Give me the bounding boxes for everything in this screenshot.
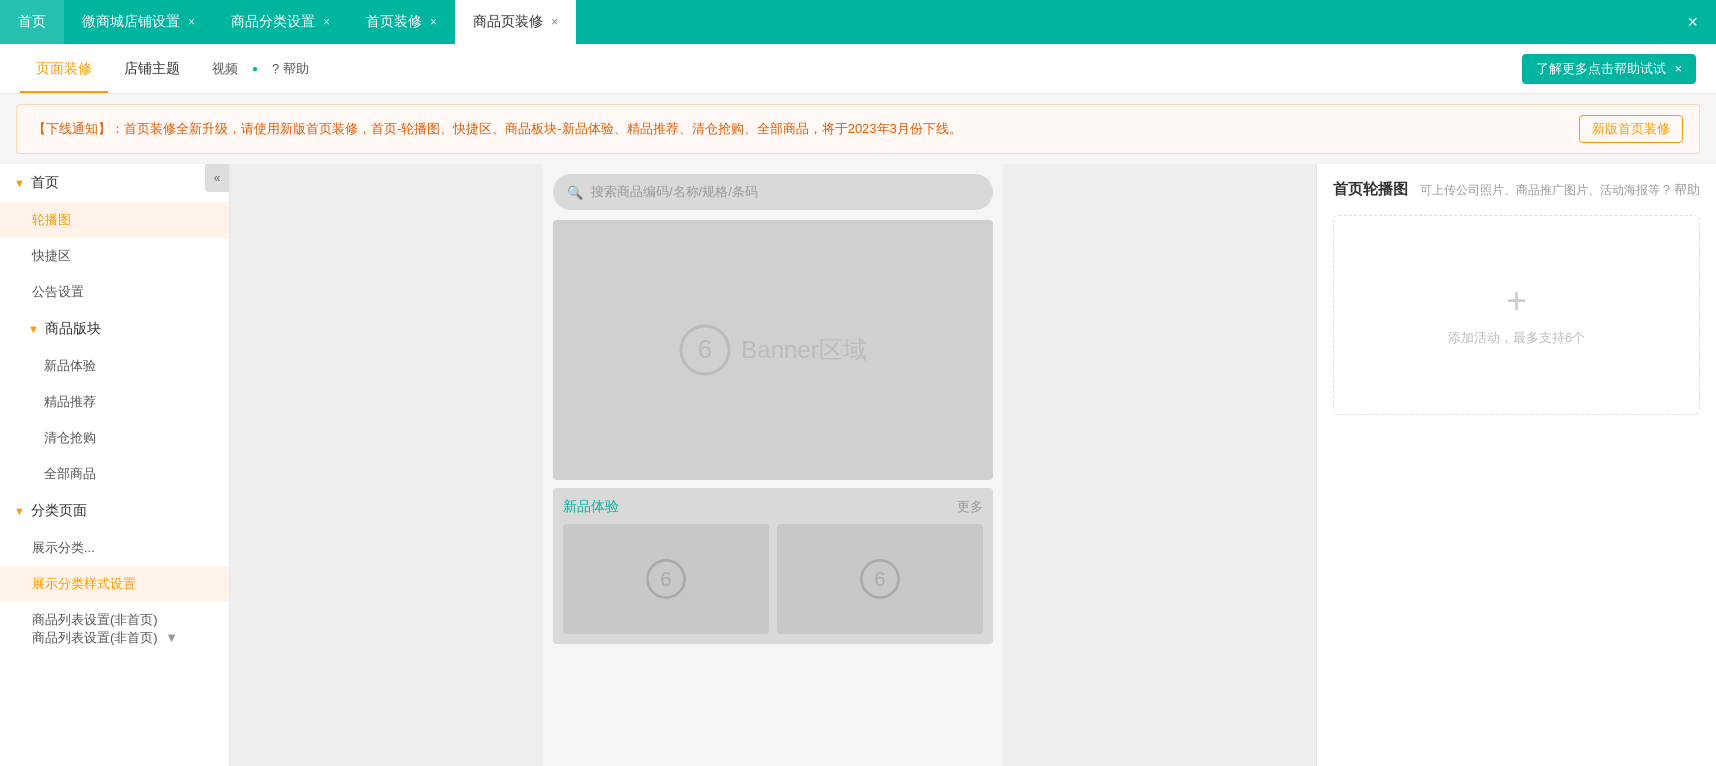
sidebar-item-all-goods-label: 全部商品 [44,466,96,481]
main-layout: « ▼ 首页 轮播图 快捷区 公告设置 ▼ 商品版块 新品体验 精品推荐 清仓抢… [0,164,1716,766]
sidebar-section-home-label: 首页 [31,174,59,192]
sidebar-item-category-style-label: 展示分类样式设置 [32,576,136,591]
nav-product-decor-close[interactable]: × [551,15,558,29]
sidebar-item-notice-label: 公告设置 [32,284,84,299]
sidebar-item-show-category[interactable]: 展示分类... [0,530,229,566]
right-panel-title: 首页轮播图 [1333,180,1408,197]
sidebar-item-goods-list-label: 商品列表设置(非首页) [32,611,215,629]
sidebar-section-home[interactable]: ▼ 首页 [0,164,229,202]
help-banner: 了解更多点击帮助试试 × [1522,54,1696,84]
nav-home-label: 首页 [18,13,46,31]
sidebar-item-clearance[interactable]: 清仓抢购 [0,420,229,456]
center-preview: 🔍 搜索商品编码/名称/规格/条码 6 Banner区域 新品体验 更多 [230,164,1316,766]
tab-store-theme-label: 店铺主题 [124,60,180,78]
help-banner-close[interactable]: × [1674,61,1682,76]
nav-home[interactable]: 首页 [0,0,64,44]
sub-tab-bar: 页面装修 店铺主题 了解更多点击帮助试试 × 视频 ● ? 帮助 [0,44,1716,94]
arrow-down-icon: ▼ [14,177,25,189]
sidebar-item-new-exp-label: 新品体验 [44,358,96,373]
svg-text:6: 6 [660,568,671,590]
right-panel-header: 首页轮播图 可上传公司照片、商品推广图片、活动海报等 ? 帮助 [1333,180,1700,199]
sidebar-section-category[interactable]: ▼ 分类页面 [0,492,229,530]
sidebar: « ▼ 首页 轮播图 快捷区 公告设置 ▼ 商品版块 新品体验 精品推荐 清仓抢… [0,164,230,766]
preview-search-bar: 🔍 搜索商品编码/名称/规格/条码 [553,174,993,210]
tab-page-decor[interactable]: 页面装修 [20,44,108,93]
preview-section-header: 新品体验 更多 [563,498,983,516]
preview-goods-item-1: 6 [563,524,769,634]
sidebar-item-goods-list-settings[interactable]: 商品列表设置(非首页) 商品列表设置(非首页) ▼ [0,602,229,656]
help-link[interactable]: ? 帮助 [272,60,309,78]
question-icon: ? [1663,182,1670,197]
sidebar-subsection-goods-label: 商品版块 [45,320,101,338]
goods-icon-2: 6 [858,557,902,601]
sidebar-item-clearance-label: 清仓抢购 [44,430,96,445]
sidebar-subsection-goods[interactable]: ▼ 商品版块 [0,310,229,348]
sidebar-item-featured-label: 精品推荐 [44,394,96,409]
help-banner-text: 了解更多点击帮助试试 [1536,60,1666,78]
nav-category-settings-close[interactable]: × [323,15,330,29]
right-panel: 首页轮播图 可上传公司照片、商品推广图片、活动海报等 ? 帮助 + 添加活动，最… [1316,164,1716,766]
sidebar-item-new-exp[interactable]: 新品体验 [0,348,229,384]
help-right-tools: 视频 ● ? 帮助 [212,60,309,78]
nav-product-decor[interactable]: 商品页装修 × [455,0,576,44]
dot-indicator: ● [252,63,258,74]
nav-store-settings-close[interactable]: × [188,15,195,29]
sidebar-item-featured[interactable]: 精品推荐 [0,384,229,420]
add-activity-box[interactable]: + 添加活动，最多支持6个 [1333,215,1700,415]
help-label: 帮助 [1674,181,1700,199]
goods-icon-1: 6 [644,557,688,601]
notice-text: 【下线通知】：首页装修全新升级，请使用新版首页装修，首页-轮播图、快捷区、商品板… [33,120,1569,138]
sidebar-item-banner[interactable]: 轮播图 [0,202,229,238]
nav-home-decor-label: 首页装修 [366,13,422,31]
notice-bar: 【下线通知】：首页装修全新升级，请使用新版首页装修，首页-轮播图、快捷区、商品板… [16,104,1700,154]
nav-store-settings[interactable]: 微商城店铺设置 × [64,0,213,44]
sidebar-item-show-category-label: 展示分类... [32,540,95,555]
sidebar-collapse-button[interactable]: « [205,164,229,192]
add-plus-icon: + [1506,283,1527,319]
banner-placeholder-content: 6 Banner区域 [679,324,866,376]
sidebar-item-shortcut[interactable]: 快捷区 [0,238,229,274]
sidebar-item-notice[interactable]: 公告设置 [0,274,229,310]
preview-section-more: 更多 [957,498,983,516]
nav-home-decor[interactable]: 首页装修 × [348,0,455,44]
window-close-button[interactable]: × [1669,12,1716,33]
nav-category-settings[interactable]: 商品分类设置 × [213,0,348,44]
preview-banner-area: 6 Banner区域 [553,220,993,480]
arrow-down-icon-goods: ▼ [28,323,39,335]
preview-goods-row: 6 6 [563,524,983,634]
sidebar-item-banner-label: 轮播图 [32,212,71,227]
new-version-button[interactable]: 新版首页装修 [1579,115,1683,143]
nav-store-settings-label: 微商城店铺设置 [82,13,180,31]
preview-goods-item-2: 6 [777,524,983,634]
nav-home-decor-close[interactable]: × [430,15,437,29]
arrow-down-icon-cat: ▼ [14,505,25,517]
svg-text:6: 6 [698,334,712,364]
goods-list-label-text: 商品列表设置(非首页) [32,630,158,645]
banner-area-label: Banner区域 [741,334,866,366]
tab-store-theme[interactable]: 店铺主题 [108,44,196,93]
preview-phone: 🔍 搜索商品编码/名称/规格/条码 6 Banner区域 新品体验 更多 [543,164,1003,766]
goods-list-expand-icon: ▼ [165,630,178,645]
add-activity-label: 添加活动，最多支持6个 [1448,329,1585,347]
top-navigation: 首页 微商城店铺设置 × 商品分类设置 × 首页装修 × 商品页装修 × × [0,0,1716,44]
nav-category-settings-label: 商品分类设置 [231,13,315,31]
sidebar-item-all-goods[interactable]: 全部商品 [0,456,229,492]
sidebar-section-category-label: 分类页面 [31,502,87,520]
right-panel-title-group: 首页轮播图 可上传公司照片、商品推广图片、活动海报等 [1333,180,1660,199]
preview-section-title: 新品体验 [563,498,619,516]
preview-section-new-exp: 新品体验 更多 6 6 [553,488,993,644]
right-panel-help-button[interactable]: ? 帮助 [1663,181,1700,199]
sidebar-item-shortcut-label: 快捷区 [32,248,71,263]
nav-product-decor-label: 商品页装修 [473,13,543,31]
search-placeholder-text: 搜索商品编码/名称/规格/条码 [591,183,758,201]
sidebar-item-category-style[interactable]: 展示分类样式设置 [0,566,229,602]
search-icon: 🔍 [567,185,583,200]
right-panel-subtitle: 可上传公司照片、商品推广图片、活动海报等 [1420,183,1660,197]
tab-page-decor-label: 页面装修 [36,60,92,78]
svg-text:6: 6 [874,568,885,590]
video-link[interactable]: 视频 [212,60,238,78]
banner-logo-icon: 6 [679,324,731,376]
